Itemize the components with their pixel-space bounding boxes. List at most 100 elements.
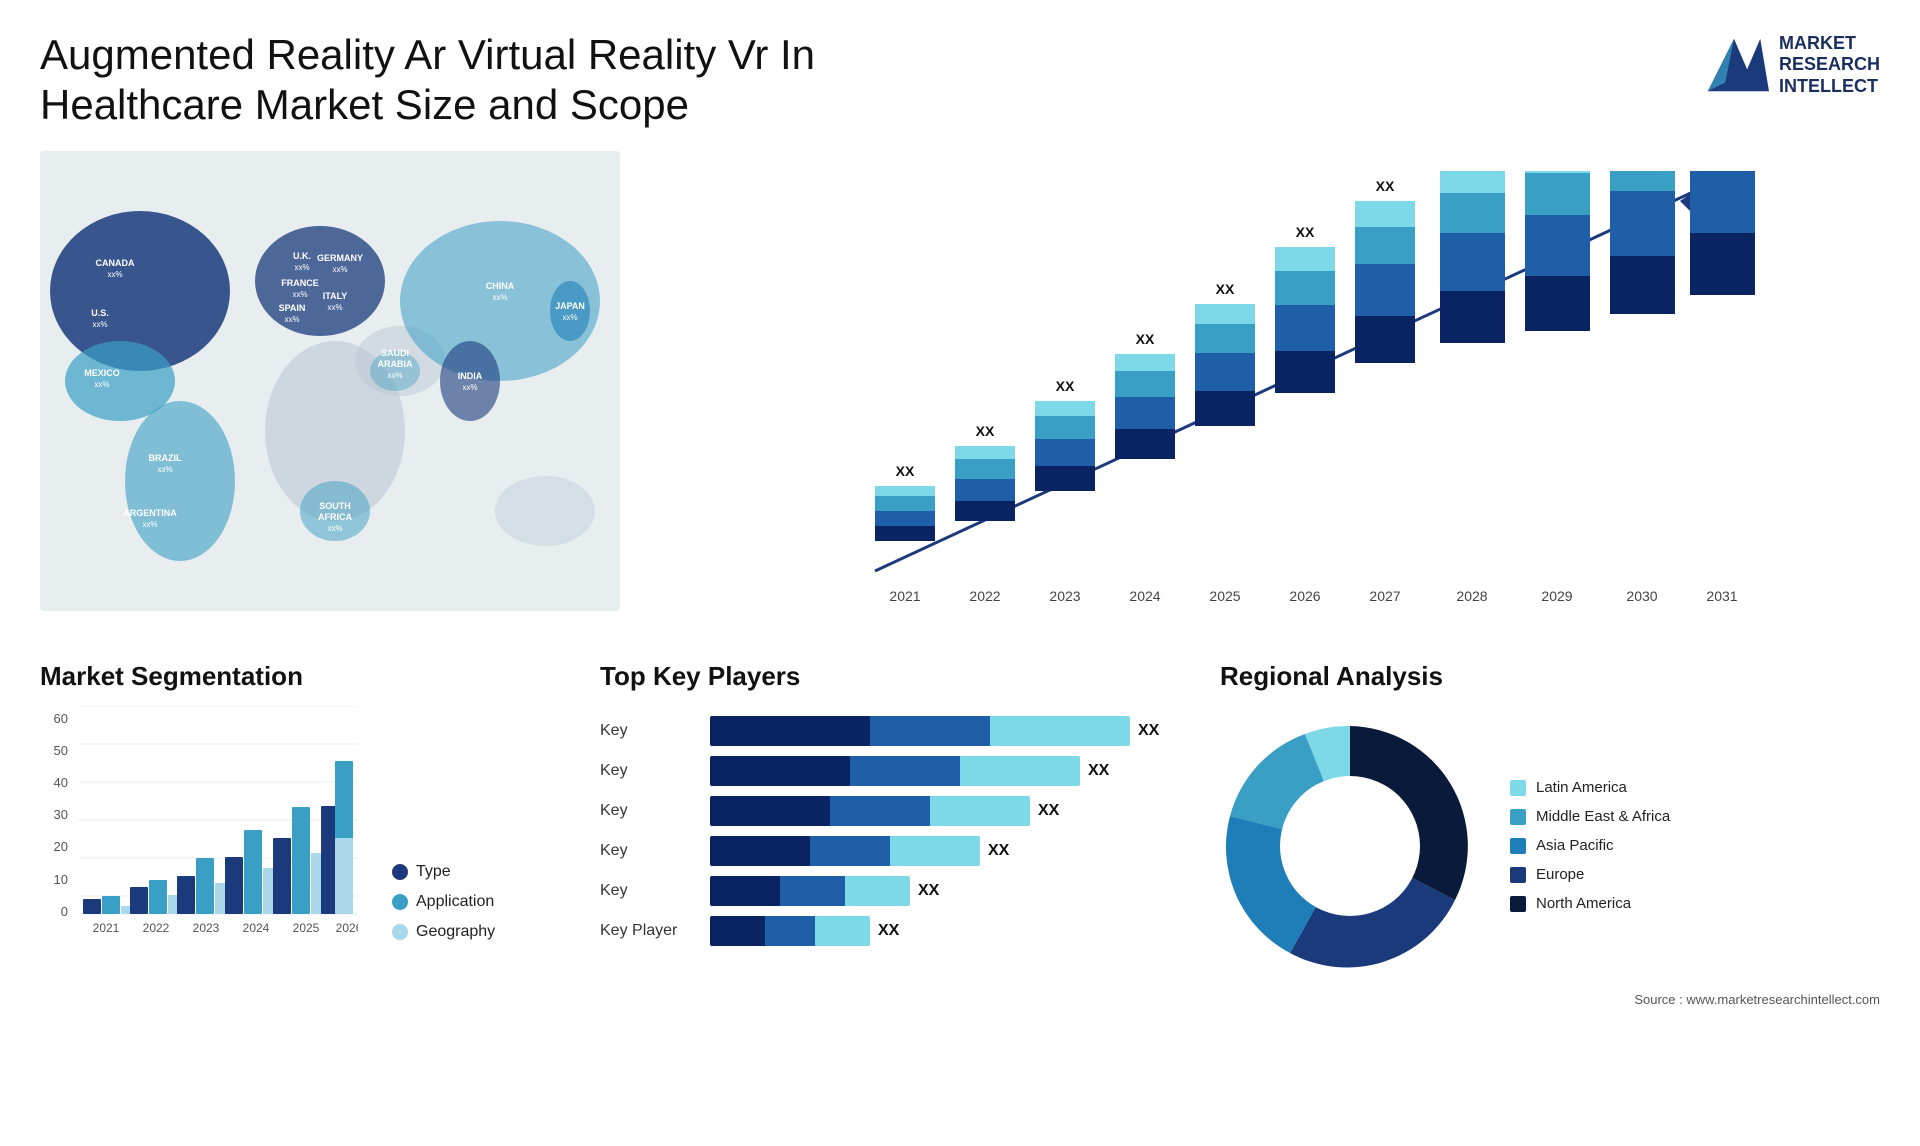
svg-text:SPAIN: SPAIN — [279, 303, 306, 313]
regional-legend: Latin America Middle East & Africa Asia … — [1510, 779, 1670, 912]
svg-text:2027: 2027 — [1369, 588, 1400, 604]
brand-name: MARKET RESEARCH INTELLECT — [1779, 33, 1880, 98]
svg-text:AFRICA: AFRICA — [318, 512, 352, 522]
legend-type-dot — [392, 864, 408, 880]
svg-text:2025: 2025 — [293, 921, 320, 935]
svg-text:xx%: xx% — [387, 371, 402, 380]
svg-text:2021: 2021 — [93, 921, 120, 935]
chart-section: XX 2021 XX 2022 — [650, 151, 1880, 631]
donut-chart — [1220, 716, 1480, 976]
legend-latin-america: Latin America — [1510, 779, 1670, 796]
svg-text:2028: 2028 — [1456, 588, 1487, 604]
segmentation-legend: Type Application Geography — [392, 863, 495, 941]
svg-text:2029: 2029 — [1541, 588, 1572, 604]
svg-text:CHINA: CHINA — [486, 281, 515, 291]
legend-geography-dot — [392, 924, 408, 940]
svg-text:2026: 2026 — [1289, 588, 1320, 604]
legend-application: Application — [392, 893, 495, 911]
svg-text:2021: 2021 — [889, 588, 920, 604]
page: Augmented Reality Ar Virtual Reality Vr … — [0, 0, 1920, 1146]
svg-text:JAPAN: JAPAN — [555, 301, 585, 311]
svg-text:GERMANY: GERMANY — [317, 253, 363, 263]
header: Augmented Reality Ar Virtual Reality Vr … — [40, 30, 1880, 131]
svg-text:XX: XX — [896, 463, 915, 479]
svg-text:XX: XX — [1216, 281, 1235, 297]
regional-section: Regional Analysis — [1220, 661, 1880, 1007]
svg-text:xx%: xx% — [492, 293, 507, 302]
page-title: Augmented Reality Ar Virtual Reality Vr … — [40, 30, 940, 131]
source-text: Source : www.marketresearchintellect.com — [1220, 992, 1880, 1007]
svg-text:xx%: xx% — [107, 270, 122, 279]
svg-text:2026: 2026 — [336, 921, 358, 935]
svg-text:xx%: xx% — [292, 290, 307, 299]
list-item: Key XX — [600, 716, 1180, 746]
svg-text:XX: XX — [976, 423, 995, 439]
logo-area: MARKET RESEARCH INTELLECT — [1699, 30, 1880, 100]
list-item: Key XX — [600, 836, 1180, 866]
svg-text:2031: 2031 — [1706, 588, 1737, 604]
bar-chart-svg: XX 2021 XX 2022 — [670, 171, 1880, 631]
svg-text:ARGENTINA: ARGENTINA — [123, 508, 177, 518]
legend-geography: Geography — [392, 923, 495, 941]
svg-text:INDIA: INDIA — [458, 371, 483, 381]
svg-text:2022: 2022 — [969, 588, 1000, 604]
svg-text:xx%: xx% — [284, 315, 299, 324]
svg-text:U.K.: U.K. — [293, 251, 311, 261]
legend-middle-east: Middle East & Africa — [1510, 808, 1670, 825]
svg-text:2025: 2025 — [1209, 588, 1240, 604]
svg-text:2023: 2023 — [193, 921, 220, 935]
svg-text:xx%: xx% — [332, 265, 347, 274]
players-title: Top Key Players — [600, 661, 1180, 692]
svg-text:ITALY: ITALY — [323, 291, 348, 301]
svg-text:2022: 2022 — [143, 921, 170, 935]
svg-text:xx%: xx% — [562, 313, 577, 322]
regional-content: Latin America Middle East & Africa Asia … — [1220, 716, 1880, 976]
svg-text:xx%: xx% — [94, 380, 109, 389]
svg-text:xx%: xx% — [92, 320, 107, 329]
bottom-grid: Market Segmentation 60 50 40 30 20 10 0 — [40, 661, 1880, 1007]
regional-title: Regional Analysis — [1220, 661, 1880, 692]
map-container: CANADA xx% U.S. xx% MEXICO xx% BRAZIL xx… — [40, 151, 620, 631]
svg-text:xx%: xx% — [327, 524, 342, 533]
svg-text:XX: XX — [1376, 178, 1395, 194]
world-map-svg: CANADA xx% U.S. xx% MEXICO xx% BRAZIL xx… — [40, 151, 620, 611]
svg-text:XX: XX — [1056, 378, 1075, 394]
svg-text:2023: 2023 — [1049, 588, 1080, 604]
svg-text:FRANCE: FRANCE — [281, 278, 319, 288]
svg-text:ARABIA: ARABIA — [378, 359, 413, 369]
svg-text:xx%: xx% — [327, 303, 342, 312]
svg-text:SOUTH: SOUTH — [319, 501, 351, 511]
list-item: Key XX — [600, 756, 1180, 786]
legend-europe: Europe — [1510, 866, 1670, 883]
players-section: Top Key Players Key XX — [600, 661, 1180, 1007]
svg-text:XX: XX — [1136, 331, 1155, 347]
svg-text:CANADA: CANADA — [96, 258, 135, 268]
svg-text:2024: 2024 — [1129, 588, 1160, 604]
players-rows: Key XX Key — [600, 716, 1180, 946]
brand-icon — [1699, 30, 1769, 100]
svg-text:xx%: xx% — [462, 383, 477, 392]
legend-asia-pacific: Asia Pacific — [1510, 837, 1670, 854]
svg-text:xx%: xx% — [157, 465, 172, 474]
list-item: Key Player XX — [600, 916, 1180, 946]
legend-type: Type — [392, 863, 495, 881]
svg-text:BRAZIL: BRAZIL — [149, 453, 182, 463]
main-grid: CANADA xx% U.S. xx% MEXICO xx% BRAZIL xx… — [40, 151, 1880, 1007]
segmentation-chart-svg: 2021 2022 2023 2024 2025 2026 — [78, 706, 358, 936]
list-item: Key XX — [600, 796, 1180, 826]
svg-text:SAUDI: SAUDI — [381, 348, 409, 358]
list-item: Key XX — [600, 876, 1180, 906]
map-section: CANADA xx% U.S. xx% MEXICO xx% BRAZIL xx… — [40, 151, 620, 631]
svg-text:xx%: xx% — [142, 520, 157, 529]
svg-text:2024: 2024 — [243, 921, 270, 935]
svg-text:XX: XX — [1296, 224, 1315, 240]
segmentation-title: Market Segmentation — [40, 661, 560, 692]
legend-north-america: North America — [1510, 895, 1670, 912]
legend-application-dot — [392, 894, 408, 910]
bar-chart-area: XX 2021 XX 2022 — [670, 151, 1880, 631]
segmentation-section: Market Segmentation 60 50 40 30 20 10 0 — [40, 661, 560, 1007]
logo-box: MARKET RESEARCH INTELLECT — [1699, 30, 1880, 100]
svg-text:U.S.: U.S. — [91, 308, 109, 318]
svg-text:MEXICO: MEXICO — [84, 368, 120, 378]
svg-text:xx%: xx% — [294, 263, 309, 272]
